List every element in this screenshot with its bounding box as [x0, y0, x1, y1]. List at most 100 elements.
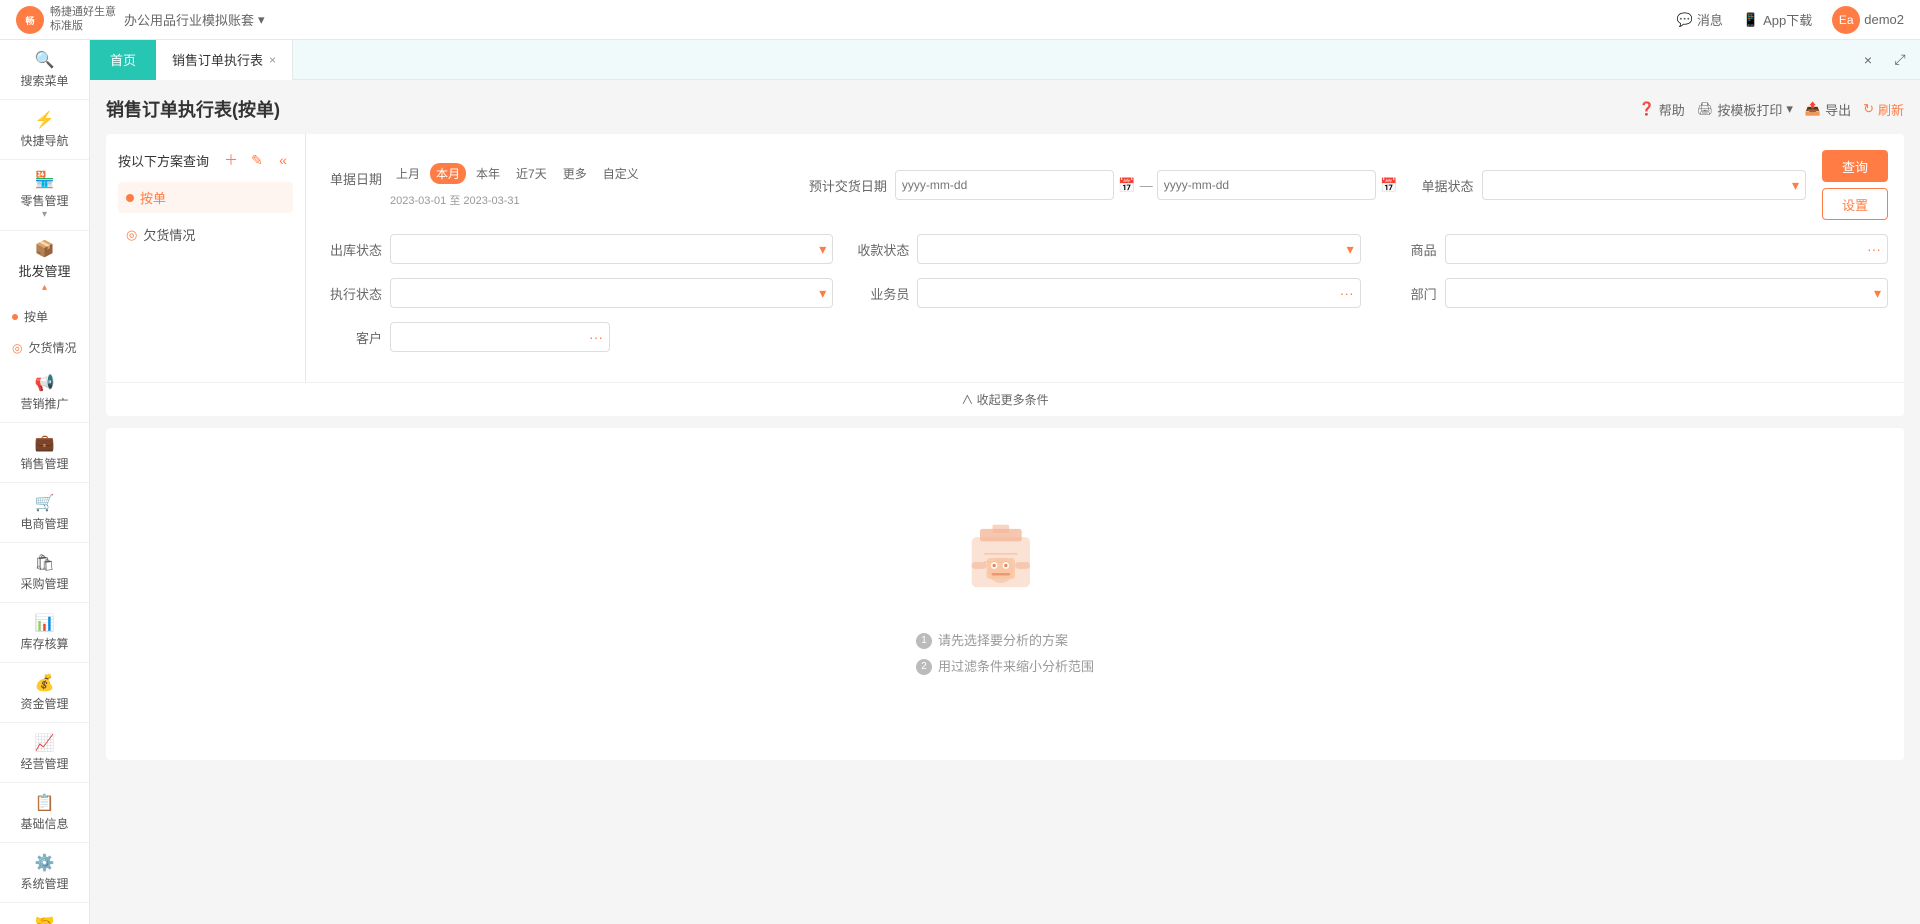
sidebar-item-wholesale[interactable]: 📦 批发管理 ▴ — [0, 231, 89, 301]
sidebar-item-sales[interactable]: 💼 销售管理 — [0, 423, 89, 483]
receive-status-input[interactable] — [918, 242, 1340, 257]
app-download-button[interactable]: 📱 App下载 — [1743, 10, 1812, 29]
customer-label: 客户 — [322, 328, 382, 347]
goods-select[interactable]: ··· — [1445, 234, 1888, 264]
add-scheme-button[interactable]: ＋ — [221, 150, 241, 170]
breadcrumb[interactable]: 办公用品行业模拟账套 ▾ — [124, 10, 265, 29]
refresh-button[interactable]: ↻ 刷新 — [1863, 100, 1904, 119]
department-input[interactable] — [1446, 286, 1868, 301]
exec-status-select[interactable]: ▾ — [390, 278, 833, 308]
help-button[interactable]: ❓ 帮助 — [1639, 100, 1685, 119]
sidebar-item-ecommerce[interactable]: 🛒 电商管理 — [0, 483, 89, 543]
message-icon: 💬 — [1677, 12, 1693, 28]
sidebar-sub-item-shortage[interactable]: ◎ 欠货情况 — [0, 332, 89, 363]
date-tab-custom[interactable]: 自定义 — [597, 163, 645, 184]
goods-input[interactable] — [1446, 242, 1861, 257]
edit-scheme-button[interactable]: ✎ — [247, 150, 267, 170]
single-status-select[interactable]: ▾ — [1482, 170, 1806, 200]
collapse-bar[interactable]: ∧ 收起更多条件 — [106, 382, 1904, 416]
filter-field-salesperson: 业务员 ··· — [849, 278, 1360, 308]
filter-field-date: 单据日期 上月 本月 本年 近7天 更多 自定义 — [322, 163, 793, 208]
out-status-arrow-icon: ▾ — [813, 241, 832, 258]
department-select[interactable]: ▾ — [1445, 278, 1888, 308]
delivery-start-calendar-icon[interactable]: 📅 — [1118, 177, 1135, 194]
sidebar-item-marketing[interactable]: 📢 营销推广 — [0, 363, 89, 423]
query-button[interactable]: 查询 — [1822, 150, 1888, 182]
scheme-shortage-icon: ◎ — [126, 227, 137, 243]
tab-sales-order[interactable]: 销售订单执行表 × — [156, 40, 293, 80]
delivery-end-input[interactable] — [1157, 170, 1376, 200]
sidebar-item-operations[interactable]: 📈 经营管理 — [0, 723, 89, 783]
header-right: 💬 消息 📱 App下载 Ea demo2 — [1677, 6, 1904, 34]
tab-bar: 首页 销售订单执行表 × × ⤢ — [90, 40, 1920, 80]
collapse-scheme-button[interactable]: « — [273, 150, 293, 170]
delivery-end-calendar-icon[interactable]: 📅 — [1380, 177, 1397, 194]
salesperson-input[interactable] — [918, 286, 1333, 301]
salesperson-ellipsis-icon[interactable]: ··· — [1334, 285, 1360, 301]
avatar: Ea — [1832, 6, 1860, 34]
settings-button[interactable]: 设置 — [1822, 188, 1888, 220]
date-tab-lastmonth[interactable]: 上月 — [390, 163, 426, 184]
delivery-start-input[interactable] — [895, 170, 1114, 200]
sidebar-item-nav[interactable]: ⚡ 快捷导航 — [0, 100, 89, 160]
single-status-input[interactable] — [1483, 178, 1786, 193]
sidebar-item-finance[interactable]: 💰 资金管理 — [0, 663, 89, 723]
logo-text: 畅捷通好生意 标准版 — [50, 6, 116, 32]
sidebar-item-inventory[interactable]: 📊 库存核算 — [0, 603, 89, 663]
sidebar-item-retail[interactable]: 🏪 零售管理 ▾ — [0, 160, 89, 231]
sidebar-item-basic[interactable]: 📋 基础信息 — [0, 783, 89, 843]
message-button[interactable]: 💬 消息 — [1677, 10, 1723, 29]
sidebar-item-search[interactable]: 🔍 搜索菜单 — [0, 40, 89, 100]
filter-field-customer: 客户 ··· — [322, 322, 610, 352]
filter-field-receive-status: 收款状态 ▾ — [849, 234, 1360, 264]
help-icon: ❓ — [1639, 101, 1655, 117]
receive-status-select[interactable]: ▾ — [917, 234, 1360, 264]
user-profile[interactable]: Ea demo2 — [1832, 6, 1904, 34]
shortage-icon: ◎ — [12, 341, 22, 355]
salesperson-label: 业务员 — [849, 284, 909, 303]
exec-status-label: 执行状态 — [322, 284, 382, 303]
date-tab-thismonth[interactable]: 本月 — [430, 163, 466, 184]
scheme-item-press[interactable]: 按单 — [118, 182, 293, 213]
salesperson-select[interactable]: ··· — [917, 278, 1360, 308]
window-maximize-button[interactable]: ⤢ — [1888, 48, 1912, 72]
customer-input[interactable] — [391, 330, 583, 345]
page-content: 销售订单执行表(按单) ❓ 帮助 🖨 按模板打印 ▾ 📤 导出 — [90, 80, 1920, 924]
logo-area: 畅 畅捷通好生意 标准版 — [16, 6, 116, 34]
filter-main: 按以下方案查询 ＋ ✎ « 按单 ◎ — [106, 134, 1904, 382]
single-status-arrow-icon: ▾ — [1786, 177, 1805, 194]
sidebar-item-collab[interactable]: 🤝 企业协同 — [0, 903, 89, 924]
scheme-item-shortage[interactable]: ◎ 欠货情况 — [118, 219, 293, 250]
date-tab-7days[interactable]: 近7天 — [510, 163, 553, 184]
print-arrow-icon: ▾ — [1786, 101, 1793, 117]
customer-select[interactable]: ··· — [390, 322, 610, 352]
filter-panel: 按以下方案查询 ＋ ✎ « 按单 ◎ — [106, 134, 1904, 416]
print-button[interactable]: 🖨 按模板打印 ▾ — [1697, 100, 1793, 119]
out-status-select[interactable]: ▾ — [390, 234, 833, 264]
page-title: 销售订单执行表(按单) — [106, 96, 280, 122]
department-label: 部门 — [1377, 284, 1437, 303]
page-title-bar: 销售订单执行表(按单) ❓ 帮助 🖨 按模板打印 ▾ 📤 导出 — [106, 96, 1904, 122]
top-header: 畅 畅捷通好生意 标准版 办公用品行业模拟账套 ▾ 💬 消息 📱 App下载 E… — [0, 0, 1920, 40]
export-button[interactable]: 📤 导出 — [1805, 100, 1851, 119]
tab-close-icon[interactable]: × — [269, 53, 276, 67]
sidebar-item-system[interactable]: ⚙️ 系统管理 — [0, 843, 89, 903]
download-icon: 📱 — [1743, 12, 1759, 28]
receive-status-arrow-icon: ▾ — [1341, 241, 1360, 258]
window-close-button[interactable]: × — [1856, 48, 1880, 72]
sidebar-sub-item-press[interactable]: 按单 — [0, 301, 89, 332]
empty-tip-2: 2 用过滤条件来缩小分析范围 — [916, 654, 1094, 680]
out-status-input[interactable] — [391, 242, 813, 257]
filter-right-panel: 单据日期 上月 本月 本年 近7天 更多 自定义 — [306, 134, 1904, 382]
breadcrumb-arrow-icon: ▾ — [258, 12, 265, 28]
sidebar-item-purchase[interactable]: 🛍 采购管理 — [0, 543, 89, 603]
tab-home[interactable]: 首页 — [90, 40, 156, 80]
page-actions: ❓ 帮助 🖨 按模板打印 ▾ 📤 导出 ↻ 刷新 — [1639, 100, 1904, 119]
goods-ellipsis-icon[interactable]: ··· — [1861, 241, 1887, 257]
date-tab-thisyear[interactable]: 本年 — [470, 163, 506, 184]
exec-status-input[interactable] — [391, 286, 813, 301]
date-tab-more[interactable]: 更多 — [557, 163, 593, 184]
tip-number-1: 1 — [916, 633, 932, 649]
receive-status-label: 收款状态 — [849, 240, 909, 259]
customer-ellipsis-icon[interactable]: ··· — [583, 329, 609, 345]
